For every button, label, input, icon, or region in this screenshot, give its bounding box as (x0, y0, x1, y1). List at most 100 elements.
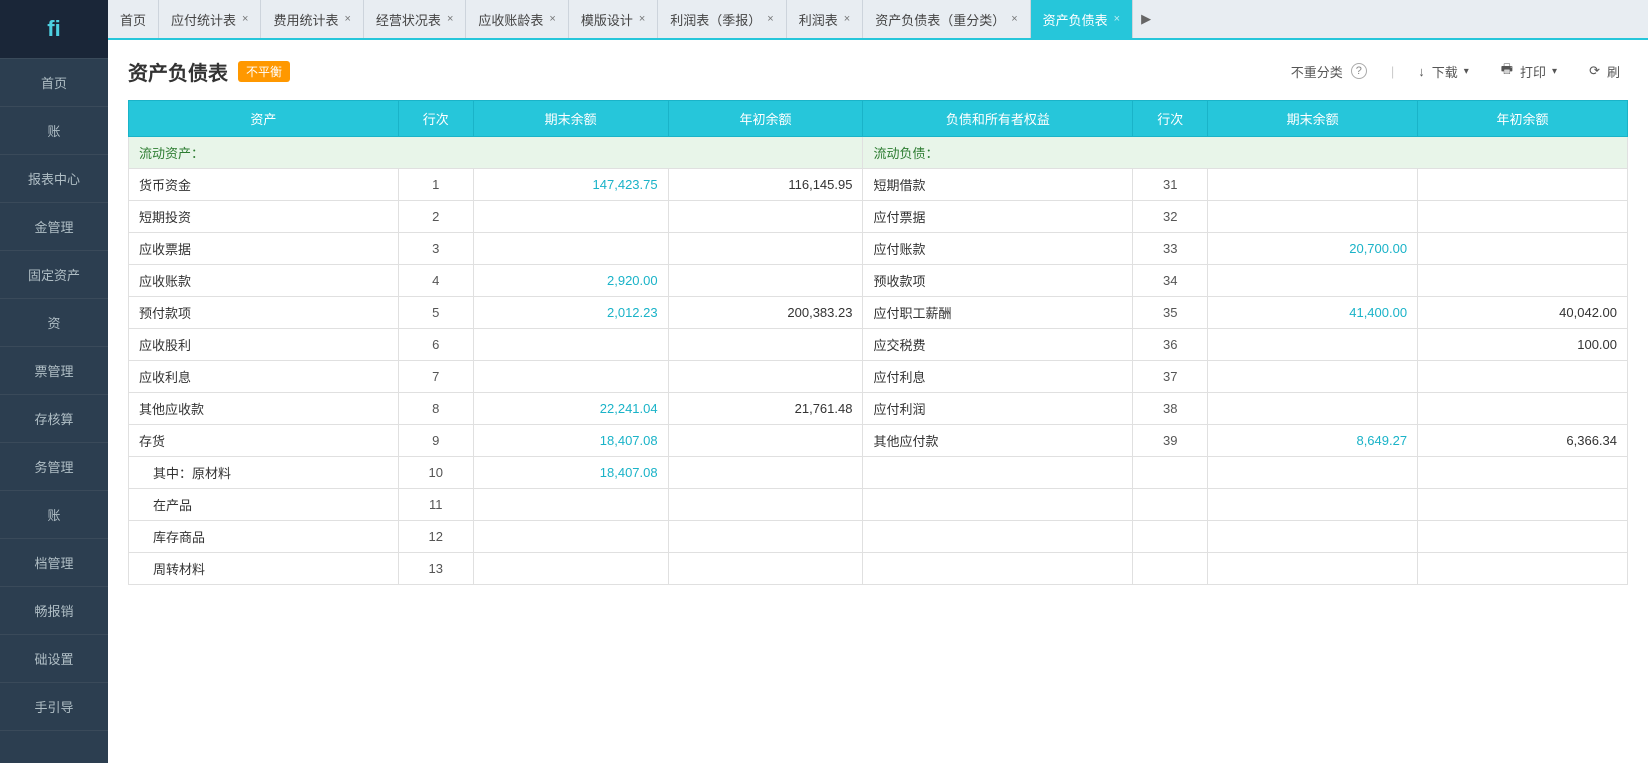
tab-close-expense-stats[interactable]: × (344, 13, 350, 25)
tab-close-profit-quarterly[interactable]: × (767, 13, 773, 25)
cell-year-start2: 100.00 (1418, 329, 1628, 361)
cell-rownum2: 34 (1133, 265, 1208, 297)
cell-end-balance[interactable]: 2,920.00 (473, 265, 668, 297)
cell-rownum: 7 (398, 361, 473, 393)
help-icon[interactable]: ? (1351, 63, 1367, 79)
cell-end-balance (473, 521, 668, 553)
cell-rownum2: 32 (1133, 201, 1208, 233)
sidebar-item-affairs-mgmt[interactable]: 务管理 (0, 443, 108, 491)
sidebar-item-fund-mgmt[interactable]: 金管理 (0, 203, 108, 251)
sidebar-item-fixed-assets[interactable]: 固定资产 (0, 251, 108, 299)
cell-year-start (668, 457, 863, 489)
cell-end-balance[interactable]: 2,012.23 (473, 297, 668, 329)
cell-year-start (668, 553, 863, 585)
cell-end-balance2[interactable]: 8,649.27 (1208, 425, 1418, 457)
tab-close-payable-stats[interactable]: × (242, 13, 248, 25)
cell-asset: 短期投资 (129, 201, 399, 233)
cell-end-balance2 (1208, 457, 1418, 489)
cell-rownum: 11 (398, 489, 473, 521)
cell-year-start: 21,761.48 (668, 393, 863, 425)
table-row: 短期投资 2 应付票据 32 (129, 201, 1628, 233)
download-chevron-icon: ▾ (1464, 66, 1469, 77)
cell-rownum2: 35 (1133, 297, 1208, 329)
tab-home[interactable]: 首页 (108, 0, 159, 39)
sidebar-item-invoice-mgmt[interactable]: 票管理 (0, 347, 108, 395)
cell-end-balance[interactable]: 18,407.08 (473, 457, 668, 489)
print-icon: 🖶 (1501, 60, 1513, 82)
sidebar-item-archive-mgmt[interactable]: 档管理 (0, 539, 108, 587)
cell-liability: 应付账款 (863, 233, 1133, 265)
sidebar-item-account[interactable]: 账 (0, 107, 108, 155)
cell-end-balance[interactable]: 22,241.04 (473, 393, 668, 425)
cell-end-balance2 (1208, 521, 1418, 553)
sidebar-item-base-settings[interactable]: 础设置 (0, 635, 108, 683)
cell-year-start2: 6,366.34 (1418, 425, 1628, 457)
table-row: 应收股利 6 应交税费 36 100.00 (129, 329, 1628, 361)
cell-end-balance (473, 361, 668, 393)
cell-year-start2: 40,042.00 (1418, 297, 1628, 329)
tab-payable-stats[interactable]: 应付统计表 × (159, 0, 261, 39)
refresh-btn[interactable]: ⟳ 刷 (1581, 58, 1628, 85)
cell-rownum: 4 (398, 265, 473, 297)
cell-asset: 货币资金 (129, 169, 399, 201)
tab-balance-reclassified[interactable]: 资产负债表（重分类） × (863, 0, 1030, 39)
sidebar-item-ledger[interactable]: 账 (0, 491, 108, 539)
no-reclass-btn[interactable]: 不重分类 ? (1283, 58, 1375, 85)
cell-asset: 周转材料 (129, 553, 399, 585)
sidebar-item-home[interactable]: 首页 (0, 59, 108, 107)
tab-profit[interactable]: 利润表 × (787, 0, 863, 39)
tab-balance-sheet[interactable]: 资产负债表 × (1031, 0, 1133, 39)
cell-year-start (668, 521, 863, 553)
cell-end-balance (473, 489, 668, 521)
tab-nav-more[interactable]: ▶ (1133, 0, 1159, 39)
cell-year-start2 (1418, 201, 1628, 233)
cell-end-balance (473, 329, 668, 361)
cell-rownum2: 36 (1133, 329, 1208, 361)
cell-end-balance2 (1208, 201, 1418, 233)
sidebar-item-expense[interactable]: 畅报销 (0, 587, 108, 635)
col-header-end-balance: 期末余额 (473, 101, 668, 137)
cell-liability (863, 521, 1133, 553)
divider1: | (1391, 64, 1394, 79)
cell-end-balance2[interactable]: 20,700.00 (1208, 233, 1418, 265)
main-area: 首页 应付统计表 × 费用统计表 × 经营状况表 × 应收账龄表 × 模版设计 … (108, 0, 1648, 763)
cell-rownum: 12 (398, 521, 473, 553)
cell-end-balance2 (1208, 489, 1418, 521)
cell-year-start (668, 329, 863, 361)
unbalanced-badge: 不平衡 (238, 61, 290, 82)
tab-profit-quarterly[interactable]: 利润表（季报） × (658, 0, 786, 39)
cell-liability (863, 457, 1133, 489)
cell-liability: 预收款项 (863, 265, 1133, 297)
cell-end-balance[interactable]: 18,407.08 (473, 425, 668, 457)
sidebar-item-inventory[interactable]: 存核算 (0, 395, 108, 443)
tab-expense-stats[interactable]: 费用统计表 × (261, 0, 363, 39)
print-btn[interactable]: 🖶 打印 ▾ (1493, 56, 1565, 86)
sidebar-item-report-center[interactable]: 报表中心 (0, 155, 108, 203)
cell-year-start2 (1418, 489, 1628, 521)
sidebar-item-capital[interactable]: 资 (0, 299, 108, 347)
sidebar-item-guide[interactable]: 手引导 (0, 683, 108, 731)
table-row: 库存商品 12 (129, 521, 1628, 553)
tab-operations[interactable]: 经营状况表 × (364, 0, 466, 39)
tab-close-balance-sheet[interactable]: × (1114, 13, 1120, 25)
tab-receivable-age[interactable]: 应收账龄表 × (466, 0, 568, 39)
page-header: 资产负债表 不平衡 不重分类 ? | ↓ 下载 ▾ 🖶 打印 ▾ (128, 56, 1628, 86)
tab-close-template-design[interactable]: × (639, 13, 645, 25)
content-area: 资产负债表 不平衡 不重分类 ? | ↓ 下载 ▾ 🖶 打印 ▾ (108, 40, 1648, 763)
cell-rownum: 8 (398, 393, 473, 425)
download-btn[interactable]: ↓ 下载 ▾ (1410, 58, 1477, 85)
cell-end-balance2 (1208, 553, 1418, 585)
table-row: 其中：原材料 10 18,407.08 (129, 457, 1628, 489)
cell-year-start (668, 201, 863, 233)
cell-year-start: 116,145.95 (668, 169, 863, 201)
cell-rownum2 (1133, 553, 1208, 585)
cell-rownum2: 33 (1133, 233, 1208, 265)
cell-end-balance2[interactable]: 41,400.00 (1208, 297, 1418, 329)
tab-close-balance-reclassified[interactable]: × (1011, 13, 1017, 25)
tab-close-profit[interactable]: × (844, 13, 850, 25)
tab-template-design[interactable]: 模版设计 × (569, 0, 658, 39)
tab-close-receivable-age[interactable]: × (549, 13, 555, 25)
cell-end-balance[interactable]: 147,423.75 (473, 169, 668, 201)
cell-year-start2 (1418, 521, 1628, 553)
tab-close-operations[interactable]: × (447, 13, 453, 25)
